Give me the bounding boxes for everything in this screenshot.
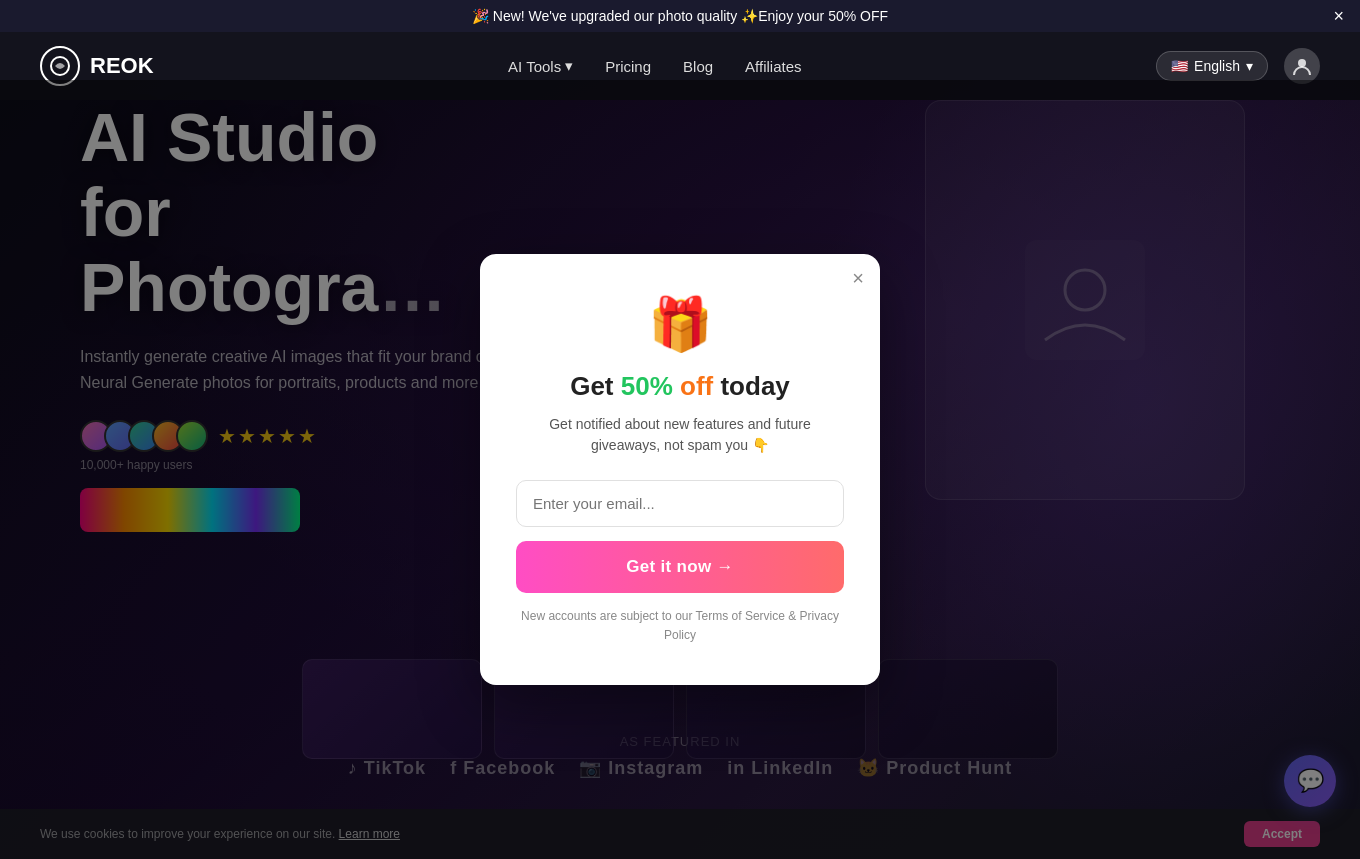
nav-item-ai-tools[interactable]: AI Tools ▾ [508,57,573,75]
modal-title-get: Get [570,371,621,401]
modal-description: Get notified about new features and futu… [516,414,844,456]
language-selector[interactable]: 🇺🇸 English ▾ [1156,51,1268,81]
chevron-down-icon: ▾ [565,57,573,75]
modal-title-off: off [673,371,713,401]
nav-links: AI Tools ▾ Pricing Blog Affiliates [508,57,801,75]
nav-label-affiliates: Affiliates [745,58,801,75]
nav-label-ai-tools: AI Tools [508,58,561,75]
announcement-text: 🎉 New! We've upgraded our photo quality … [472,8,888,24]
hero-section: AI StudioforPhotogra… Instantly generate… [0,80,1360,859]
email-input[interactable] [516,480,844,527]
nav-item-affiliates[interactable]: Affiliates [745,58,801,75]
nav-right: 🇺🇸 English ▾ [1156,48,1320,84]
modal-icon: 🎁 [516,294,844,355]
lang-label: English [1194,58,1240,74]
modal-title: Get 50% off today [516,371,844,402]
flag-icon: 🇺🇸 [1171,58,1188,74]
nav-item-blog[interactable]: Blog [683,58,713,75]
modal-close-button[interactable]: × [852,268,864,288]
modal-overlay[interactable]: × 🎁 Get 50% off today Get notified about… [0,80,1360,859]
announcement-close[interactable]: × [1333,6,1344,27]
modal-title-pct: 50% [621,371,673,401]
modal-dialog: × 🎁 Get 50% off today Get notified about… [480,254,880,685]
nav-label-pricing: Pricing [605,58,651,75]
announcement-bar: 🎉 New! We've upgraded our photo quality … [0,0,1360,32]
get-it-now-button[interactable]: Get it now → [516,541,844,593]
nav-label-blog: Blog [683,58,713,75]
svg-point-1 [1298,59,1306,67]
logo-text: REOK [90,53,154,79]
user-avatar[interactable] [1284,48,1320,84]
chevron-down-icon: ▾ [1246,58,1253,74]
modal-title-today: today [713,371,790,401]
nav-item-pricing[interactable]: Pricing [605,58,651,75]
modal-footer: New accounts are subject to our Terms of… [516,607,844,645]
